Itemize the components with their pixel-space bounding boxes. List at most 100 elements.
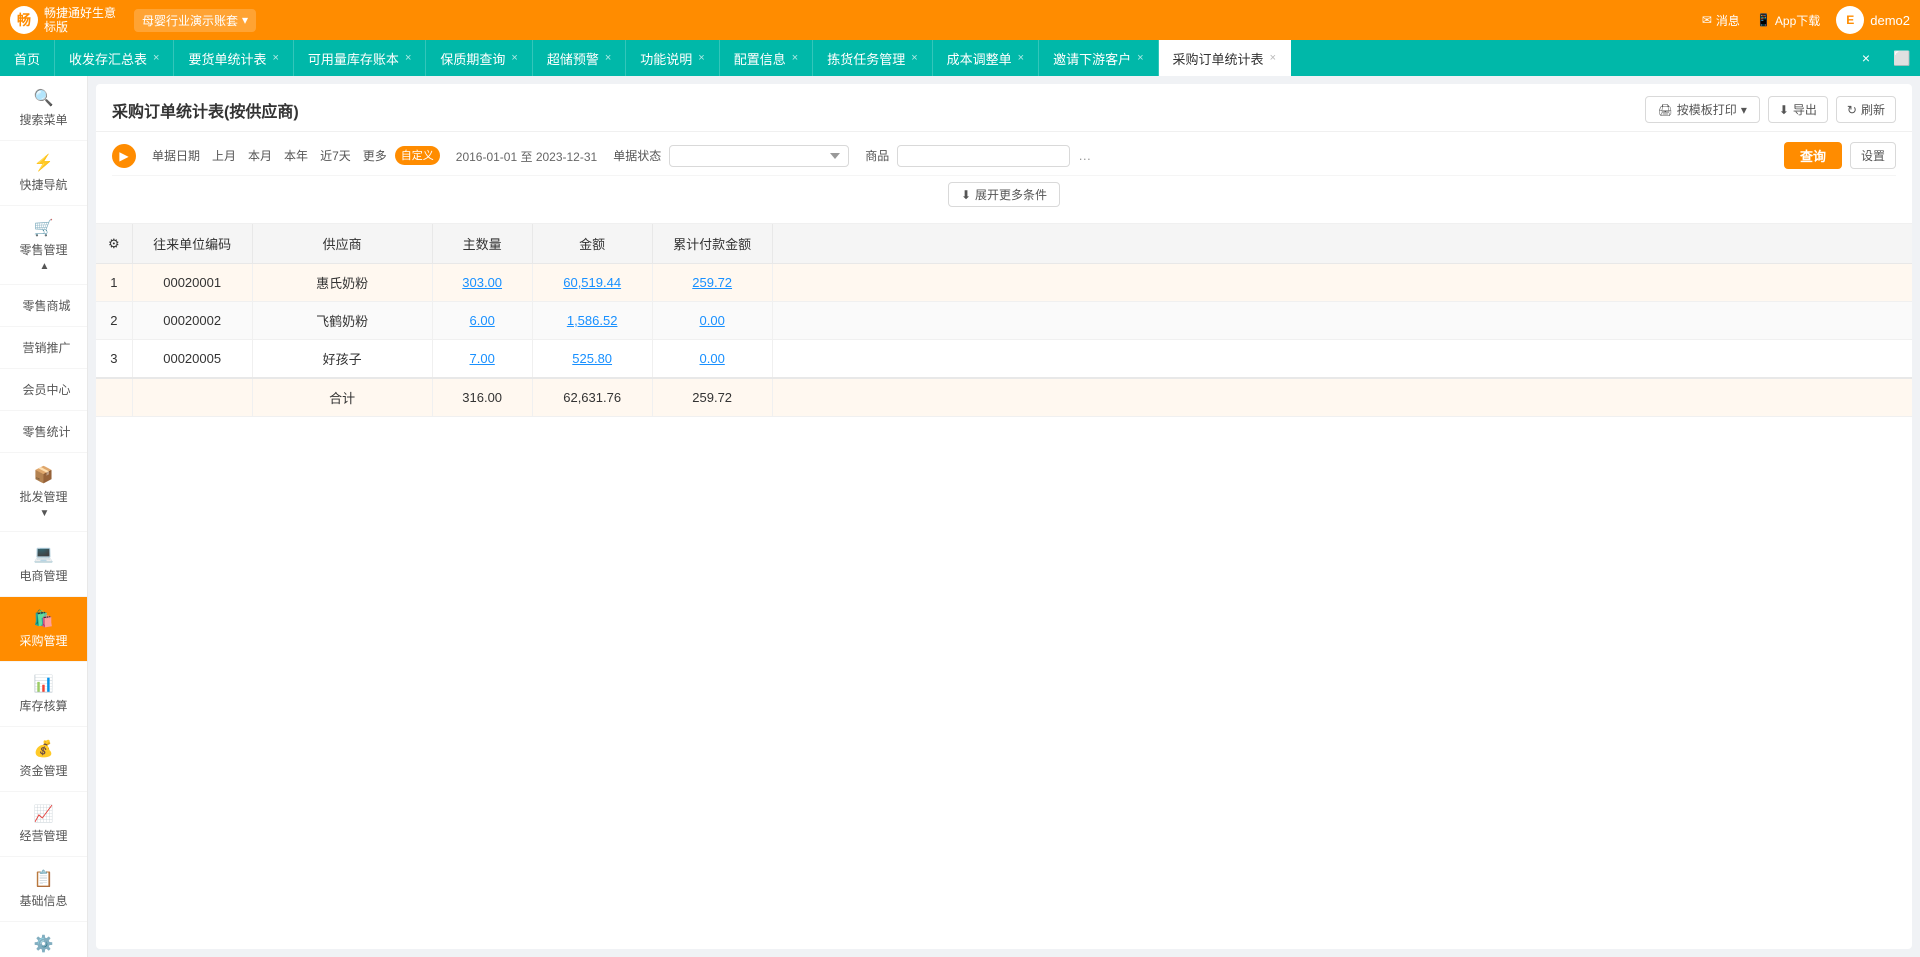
- refresh-button[interactable]: ↻ 刷新: [1836, 96, 1896, 123]
- table-row: 3 00020005 好孩子 7.00 525.80 0.00: [96, 340, 1912, 379]
- row1-amount: 60,519.44: [532, 264, 652, 302]
- tab-home[interactable]: 首页: [0, 40, 55, 76]
- sidebar: 🔍 搜索菜单 ⚡ 快捷导航 🛒 零售管理 ▲ 零售商城 营销推广 会员中心 零售…: [0, 76, 88, 957]
- footer-empty1: [96, 378, 132, 417]
- close-icon[interactable]: ×: [1270, 52, 1276, 64]
- tab-yaoqing[interactable]: 邀请下游客户 ×: [1039, 40, 1158, 76]
- row3-amount: 525.80: [532, 340, 652, 379]
- sidebar-item-wholesale[interactable]: 📦 批发管理 ▼: [0, 453, 87, 532]
- goods-label: 商品: [865, 147, 889, 164]
- data-table: ⚙ 往来单位编码 供应商 主数量 金额 累计付款金额 1 00020001: [96, 224, 1912, 417]
- row3-supplier: 好孩子: [252, 340, 432, 379]
- export-button[interactable]: ⬇ 导出: [1768, 96, 1828, 123]
- close-icon[interactable]: ×: [1018, 52, 1024, 64]
- goods-input[interactable]: [897, 145, 1070, 167]
- sidebar-item-retail[interactable]: 🛒 零售管理 ▲: [0, 206, 87, 285]
- tab-peizhi[interactable]: 配置信息 ×: [720, 40, 813, 76]
- row1-paid-link[interactable]: 259.72: [692, 275, 732, 290]
- shortcut-more[interactable]: 更多: [359, 146, 391, 165]
- close-icon[interactable]: ×: [153, 52, 159, 64]
- tab-gongneng[interactable]: 功能说明 ×: [626, 40, 719, 76]
- row2-code: 00020002: [132, 302, 252, 340]
- row1-amount-link[interactable]: 60,519.44: [563, 275, 621, 290]
- table-header-row: ⚙ 往来单位编码 供应商 主数量 金额 累计付款金额: [96, 224, 1912, 264]
- shortcut-7days[interactable]: 近7天: [316, 146, 355, 165]
- footer-qty: 316.00: [432, 378, 532, 417]
- content-area: 采购订单统计表(按供应商) 🖨 按模板打印 ▾ ⬇ 导出 ↻ 刷新: [88, 76, 1920, 957]
- message-action[interactable]: ✉ 消息: [1702, 12, 1740, 29]
- sidebar-item-system[interactable]: ⚙️ 系统管理: [0, 922, 87, 957]
- tab-jianhuo[interactable]: 拣货任务管理 ×: [813, 40, 932, 76]
- date-tag[interactable]: 自定义: [395, 146, 440, 165]
- user-area[interactable]: E demo2: [1836, 6, 1910, 34]
- row1-paid: 259.72: [652, 264, 772, 302]
- sidebar-item-marketing[interactable]: 营销推广: [0, 327, 87, 369]
- row1-supplier: 惠氏奶粉: [252, 264, 432, 302]
- settings-col-header[interactable]: ⚙: [96, 224, 132, 264]
- sidebar-item-retail-stats[interactable]: 零售统计: [0, 411, 87, 453]
- top-bar: 畅 畅捷通好生意 标版 母婴行业演示账套 ▾ ✉ 消息 📱 App下载 E de…: [0, 0, 1920, 40]
- expand-more-button[interactable]: ⬇ 展开更多条件: [948, 182, 1060, 207]
- row3-paid-link[interactable]: 0.00: [700, 351, 725, 366]
- sidebar-item-operations[interactable]: 📈 经营管理: [0, 792, 87, 857]
- footer-paid: 259.72: [652, 378, 772, 417]
- sidebar-item-basic-info[interactable]: 📋 基础信息: [0, 857, 87, 922]
- sidebar-item-finance[interactable]: 💰 资金管理: [0, 727, 87, 792]
- close-icon[interactable]: ×: [698, 52, 704, 64]
- row2-paid-link[interactable]: 0.00: [700, 313, 725, 328]
- row3-qty-link[interactable]: 7.00: [470, 351, 495, 366]
- settings-button[interactable]: 设置: [1850, 142, 1896, 169]
- close-icon[interactable]: ×: [605, 52, 611, 64]
- filter-toggle-btn[interactable]: ▶: [112, 144, 136, 168]
- query-button[interactable]: 查询: [1784, 142, 1842, 169]
- date-shortcuts: 上月 本月 本年 近7天 更多 自定义: [208, 146, 440, 165]
- sidebar-item-search[interactable]: 🔍 搜索菜单: [0, 76, 87, 141]
- tab-baozhi[interactable]: 保质期查询 ×: [426, 40, 532, 76]
- shortcut-last-month[interactable]: 上月: [208, 146, 240, 165]
- sidebar-item-ecommerce[interactable]: 💻 电商管理: [0, 532, 87, 597]
- tab-caigou-active[interactable]: 采购订单统计表 ×: [1159, 40, 1291, 76]
- filter-area: ▶ 单据日期 上月 本月 本年 近7天 更多 自定义 2016-01-01 至 …: [96, 132, 1912, 224]
- status-select[interactable]: [669, 145, 849, 167]
- sidebar-item-purchase[interactable]: 🛍️ 采购管理: [0, 597, 87, 662]
- close-icon[interactable]: ×: [911, 52, 917, 64]
- tab-chaochu[interactable]: 超储预警 ×: [533, 40, 626, 76]
- finance-icon: 💰: [34, 739, 54, 759]
- row1-qty-link[interactable]: 303.00: [462, 275, 502, 290]
- nav-controls: × ⬜: [1848, 40, 1920, 76]
- sidebar-item-inventory[interactable]: 📊 库存核算: [0, 662, 87, 727]
- shortcut-this-month[interactable]: 本月: [244, 146, 276, 165]
- workspace-selector[interactable]: 母婴行业演示账套 ▾: [134, 9, 256, 32]
- restore-tab-btn[interactable]: ⬜: [1884, 40, 1920, 76]
- sidebar-item-member[interactable]: 会员中心: [0, 369, 87, 411]
- footer-label: 合计: [252, 378, 432, 417]
- close-icon[interactable]: ×: [405, 52, 411, 64]
- template-print-button[interactable]: 🖨 按模板打印 ▾: [1645, 96, 1760, 123]
- close-icon[interactable]: ×: [272, 52, 278, 64]
- shortcut-this-year[interactable]: 本年: [280, 146, 312, 165]
- close-icon[interactable]: ×: [1137, 52, 1143, 64]
- goods-more-icon[interactable]: …: [1078, 148, 1091, 163]
- close-icon[interactable]: ×: [792, 52, 798, 64]
- tab-yaohuodan[interactable]: 要货单统计表 ×: [174, 40, 293, 76]
- col-qty-header: 主数量: [432, 224, 532, 264]
- row3-amount-link[interactable]: 525.80: [572, 351, 612, 366]
- sidebar-item-mall[interactable]: 零售商城: [0, 285, 87, 327]
- row2-amount-link[interactable]: 1,586.52: [567, 313, 618, 328]
- row1-extra: [772, 264, 1912, 302]
- table-row: 2 00020002 飞鹤奶粉 6.00 1,586.52 0.00: [96, 302, 1912, 340]
- goods-filter-group: 商品 …: [865, 145, 1091, 167]
- page-content: 采购订单统计表(按供应商) 🖨 按模板打印 ▾ ⬇ 导出 ↻ 刷新: [96, 84, 1912, 949]
- row2-qty-link[interactable]: 6.00: [470, 313, 495, 328]
- row1-code: 00020001: [132, 264, 252, 302]
- row1-no: 1: [96, 264, 132, 302]
- sidebar-item-quicknav[interactable]: ⚡ 快捷导航: [0, 141, 87, 206]
- row2-no: 2: [96, 302, 132, 340]
- close-icon[interactable]: ×: [511, 52, 517, 64]
- tab-shoufacun[interactable]: 收发存汇总表 ×: [55, 40, 174, 76]
- tab-keyongliang[interactable]: 可用量库存账本 ×: [294, 40, 426, 76]
- close-tab-btn[interactable]: ×: [1848, 40, 1884, 76]
- tab-chengben[interactable]: 成本调整单 ×: [933, 40, 1039, 76]
- app-download-action[interactable]: 📱 App下载: [1756, 12, 1820, 29]
- top-bar-right: ✉ 消息 📱 App下载 E demo2: [1702, 6, 1910, 34]
